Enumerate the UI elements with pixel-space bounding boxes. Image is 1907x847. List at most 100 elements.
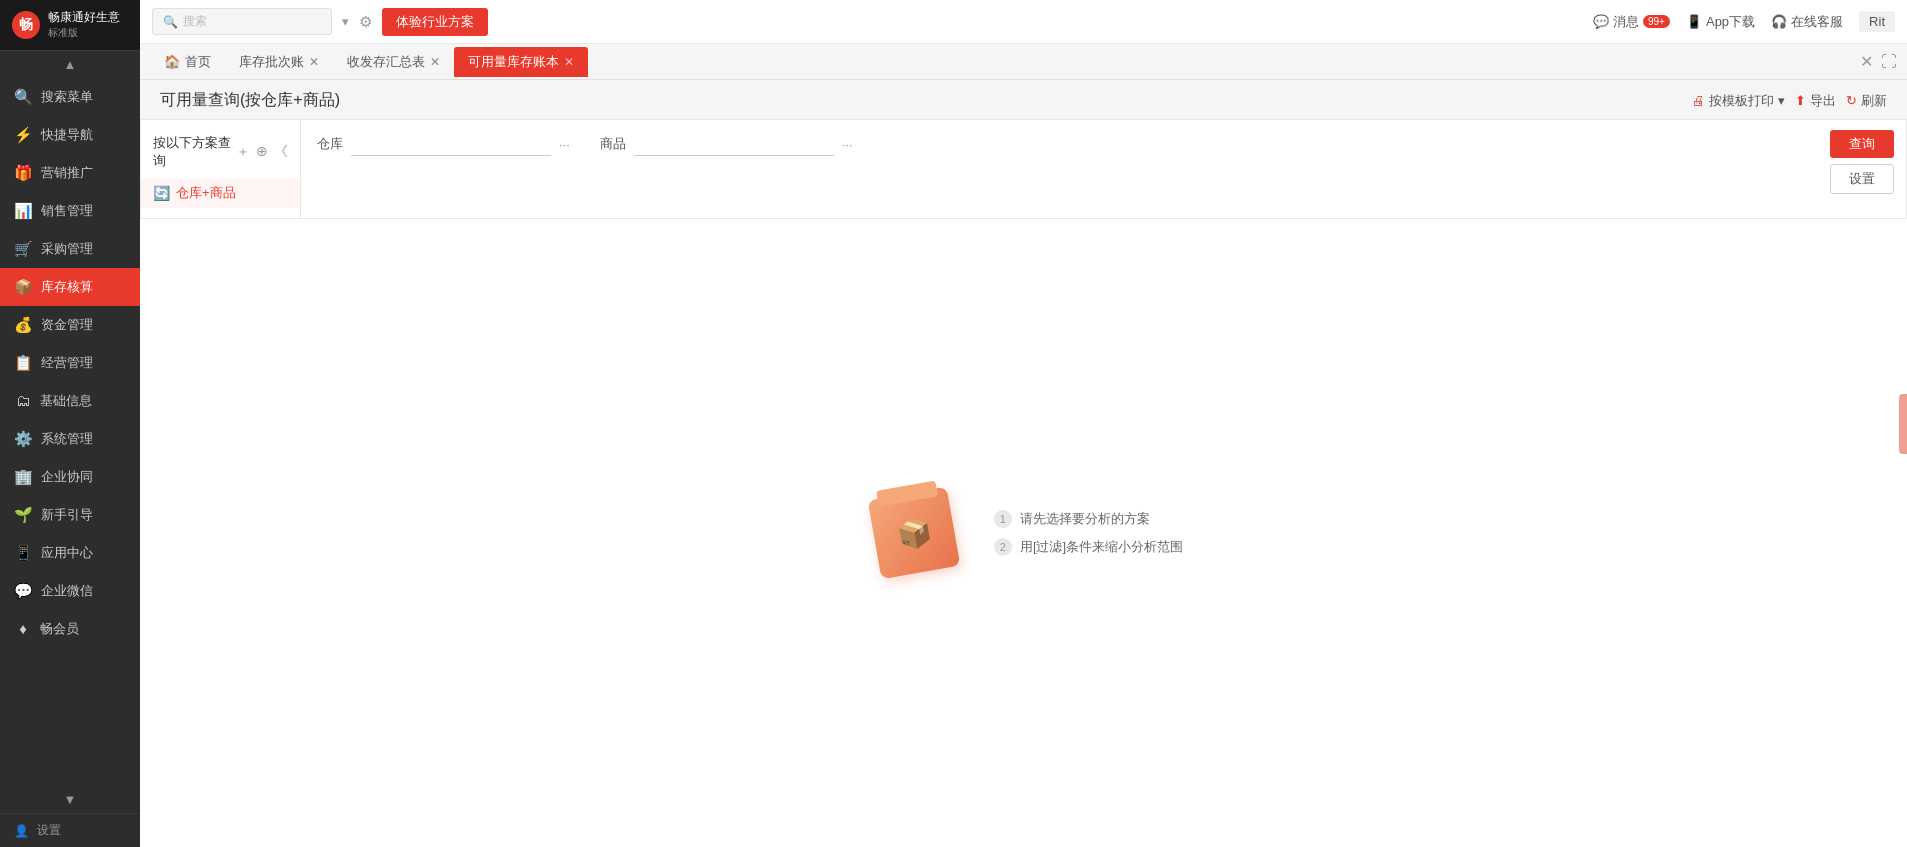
industry-btn[interactable]: 体验行业方案 [382,8,488,36]
product-more-icon[interactable]: ··· [842,137,853,152]
search-icon: 🔍 [163,15,178,29]
basic-icon: 🗂 [14,392,32,409]
topbar-app[interactable]: 📱 App下载 [1686,13,1755,31]
sidebar-item-search[interactable]: 🔍 搜索菜单 [0,78,140,116]
empty-box-icon: 📦 [894,514,934,553]
close-available-ledger-icon[interactable]: ✕ [564,55,574,69]
filter-area: 按以下方案查询 ＋ ⊕ 《 🔄 仓库+商品 仓库 ··· [140,119,1907,219]
sidebar-label-purchase: 采购管理 [41,240,93,258]
tab-batch-ledger[interactable]: 库存批次账 ✕ [225,47,333,77]
finance-icon: 💰 [14,316,33,334]
warehouse-input[interactable] [351,132,551,156]
page-header-actions: 🖨 按模板打印 ▾ ⬆ 导出 ↻ 刷新 [1692,92,1887,110]
sidebar-item-inventory[interactable]: 📦库存核算 [0,268,140,306]
topbar-service[interactable]: 🎧 在线客服 [1771,13,1843,31]
sidebar-item-vip[interactable]: ♦畅会员 [0,610,140,648]
filter-main: 仓库 ··· 商品 ··· [301,120,1818,218]
add-scheme-icon[interactable]: ＋ [236,143,250,161]
product-label: 商品 [600,135,626,153]
topbar-dropdown-icon[interactable]: ▾ [342,14,349,29]
home-icon: 🏠 [164,54,180,69]
empty-box: 📦 [868,487,961,580]
filter-actions: 查询 设置 [1818,120,1906,218]
sidebar-bottom-label: 设置 [37,822,61,839]
refresh-icon: ↻ [1846,93,1857,108]
msg-icon: 💬 [1593,14,1609,29]
refresh-btn[interactable]: ↻ 刷新 [1846,92,1887,110]
sidebar-label-finance: 资金管理 [41,316,93,334]
sidebar-scroll-down[interactable]: ▼ [0,786,140,813]
filter-sidebar: 按以下方案查询 ＋ ⊕ 《 🔄 仓库+商品 [141,120,301,218]
tab-receive-summary[interactable]: 收发存汇总表 ✕ [333,47,454,77]
sidebar-bottom-user[interactable]: 👤 设置 [0,813,140,847]
sidebar-item-wechat[interactable]: 💬 企业微信 [0,572,140,610]
filter-scheme-item[interactable]: 🔄 仓库+商品 [141,178,300,208]
tabs-close-icon[interactable]: ✕ [1860,52,1873,71]
sidebar-item-basic[interactable]: 🗂基础信息 [0,382,140,420]
phone-icon: 📱 [1686,14,1702,29]
sidebar-label-shortcut: 快捷导航 [41,126,93,144]
topbar-right: 💬 消息 99+ 📱 App下载 🎧 在线客服 Rit [1593,11,1895,32]
collapse-scheme-icon[interactable]: 《 [274,143,288,161]
empty-illustration: 📦 [864,483,964,583]
topbar-gear-icon[interactable]: ⚙ [359,13,372,31]
sidebar-nav: 🔍 搜索菜单 ⚡快捷导航🎁营销推广📊销售管理🛒采购管理📦库存核算 💰 资金管理 📋经营管理… [0,78,140,786]
app-logo: 畅 畅康通好生意 标准版 [0,0,140,51]
sidebar-item-system[interactable]: ⚙️系统管理 [0,420,140,458]
system-icon: ⚙️ [14,430,33,448]
filter-sidebar-header: 按以下方案查询 ＋ ⊕ 《 [141,130,300,178]
search-icon: 🔍 [14,88,33,106]
sidebar-label-enterprise: 企业协同 [41,468,93,486]
appstore-icon: 📱 [14,544,33,562]
topbar: 🔍 搜索 ▾ ⚙ 体验行业方案 💬 消息 99+ 📱 App下载 🎧 在线客服 … [140,0,1907,44]
close-batch-ledger-icon[interactable]: ✕ [309,55,319,69]
sidebar-label-newbie: 新手引导 [41,506,93,524]
newbie-icon: 🌱 [14,506,33,524]
scheme-icon: 🔄 [153,185,170,201]
topbar-msg[interactable]: 💬 消息 99+ [1593,13,1670,31]
product-input[interactable] [634,132,834,156]
page-title: 可用量查询(按仓库+商品) [160,90,340,111]
user-icon: 👤 [14,824,29,838]
print-icon: 🖨 [1692,93,1705,108]
sidebar-label-wechat: 企业微信 [41,582,93,600]
sidebar-item-shortcut[interactable]: ⚡快捷导航 [0,116,140,154]
export-btn[interactable]: ⬆ 导出 [1795,92,1836,110]
topbar-user[interactable]: Rit [1859,11,1895,32]
sidebar-item-enterprise[interactable]: 🏢企业协同 [0,458,140,496]
sidebar-item-finance[interactable]: 💰 资金管理 [0,306,140,344]
print-btn[interactable]: 🖨 按模板打印 ▾ [1692,92,1785,110]
close-receive-summary-icon[interactable]: ✕ [430,55,440,69]
sidebar-item-appstore[interactable]: 📱应用中心 [0,534,140,572]
right-scroll-handle[interactable] [1899,394,1907,454]
sidebar-scroll-up[interactable]: ▲ [0,51,140,78]
empty-hint-1: 1 请先选择要分析的方案 [994,510,1183,528]
app-name: 畅康通好生意 标准版 [48,10,120,40]
tab-home[interactable]: 🏠 首页 [150,47,225,77]
sidebar-item-operations[interactable]: 📋经营管理 [0,344,140,382]
sidebar-item-sales[interactable]: 📊销售管理 [0,192,140,230]
export-icon: ⬆ [1795,93,1806,108]
query-btn[interactable]: 查询 [1830,130,1894,158]
tab-available-ledger[interactable]: 可用量库存账本 ✕ [454,47,588,77]
filter-sidebar-title: 按以下方案查询 [153,134,236,170]
sidebar-item-newbie[interactable]: 🌱 新手引导 [0,496,140,534]
tabs-bar: 🏠 首页 库存批次账 ✕ 收发存汇总表 ✕ 可用量库存账本 ✕ ✕ ⛶ [140,44,1907,80]
tabs-expand-icon[interactable]: ⛶ [1881,53,1897,71]
setting-btn[interactable]: 设置 [1830,164,1894,194]
sidebar-label-search: 搜索菜单 [41,88,93,106]
settings-scheme-icon[interactable]: ⊕ [256,143,268,161]
sidebar-item-marketing[interactable]: 🎁营销推广 [0,154,140,192]
inventory-icon: 📦 [14,278,33,296]
print-dropdown-icon[interactable]: ▾ [1778,93,1785,108]
wechat-icon: 💬 [14,582,33,600]
topbar-search[interactable]: 🔍 搜索 [152,8,332,35]
search-placeholder-text: 搜索 [183,13,207,30]
page-content: 可用量查询(按仓库+商品) 🖨 按模板打印 ▾ ⬆ 导出 ↻ 刷新 [140,80,1907,847]
operations-icon: 📋 [14,354,33,372]
main-area: 🔍 搜索 ▾ ⚙ 体验行业方案 💬 消息 99+ 📱 App下载 🎧 在线客服 … [140,0,1907,847]
sales-icon: 📊 [14,202,33,220]
warehouse-more-icon[interactable]: ··· [559,137,570,152]
sidebar-item-purchase[interactable]: 🛒采购管理 [0,230,140,268]
scheme-label: 仓库+商品 [176,184,236,202]
